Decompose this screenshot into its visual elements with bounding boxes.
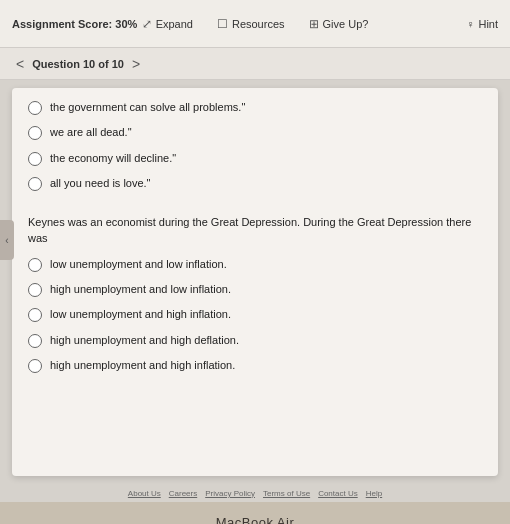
- expand-button[interactable]: ⤢ Expand: [138, 15, 197, 33]
- give-up-label: Give Up?: [323, 18, 369, 30]
- score-label: Assignment Score: 30%: [12, 18, 137, 30]
- option-text: the government can solve all problems.": [50, 100, 245, 115]
- list-item[interactable]: high unemployment and high deflation.: [28, 333, 482, 348]
- list-item[interactable]: all you need is love.": [28, 176, 482, 191]
- hint-button[interactable]: ♀ Hint: [466, 18, 498, 30]
- option-text: low unemployment and high inflation.: [50, 307, 231, 322]
- expand-icon: ⤢: [142, 17, 152, 31]
- main-content: the government can solve all problems." …: [0, 80, 510, 484]
- question-label: Question 10 of 10: [32, 58, 124, 70]
- footer-link[interactable]: Contact Us: [318, 489, 358, 498]
- side-tab-icon: ‹: [5, 235, 8, 246]
- footer-link[interactable]: Help: [366, 489, 382, 498]
- options-part2: low unemployment and low inflation. high…: [28, 257, 482, 374]
- question-text: Keynes was an economist during the Great…: [28, 214, 482, 247]
- radio-button[interactable]: [28, 359, 42, 373]
- footer-link[interactable]: Terms of Use: [263, 489, 310, 498]
- list-item[interactable]: high unemployment and low inflation.: [28, 282, 482, 297]
- top-bar-actions: ⤢ Expand ☐ Resources ⊞ Give Up?: [138, 15, 373, 33]
- hint-label: Hint: [478, 18, 498, 30]
- expand-label: Expand: [156, 18, 193, 30]
- option-text: high unemployment and low inflation.: [50, 282, 231, 297]
- resources-label: Resources: [232, 18, 285, 30]
- radio-button[interactable]: [28, 283, 42, 297]
- option-text: low unemployment and low inflation.: [50, 257, 227, 272]
- radio-button[interactable]: [28, 258, 42, 272]
- next-question-button[interactable]: >: [128, 56, 144, 72]
- list-item[interactable]: low unemployment and high inflation.: [28, 307, 482, 322]
- hint-icon: ♀: [466, 18, 474, 30]
- option-text: all you need is love.": [50, 176, 151, 191]
- list-item[interactable]: we are all dead.": [28, 125, 482, 140]
- macbook-label: MacBook Air: [216, 515, 294, 525]
- option-text: high unemployment and high deflation.: [50, 333, 239, 348]
- radio-button[interactable]: [28, 126, 42, 140]
- radio-button[interactable]: [28, 334, 42, 348]
- list-item[interactable]: high unemployment and high inflation.: [28, 358, 482, 373]
- option-text: the economy will decline.": [50, 151, 176, 166]
- option-text: high unemployment and high inflation.: [50, 358, 235, 373]
- option-text: we are all dead.": [50, 125, 132, 140]
- list-item[interactable]: the government can solve all problems.": [28, 100, 482, 115]
- footer-links: About Us Careers Privacy Policy Terms of Us…: [0, 484, 510, 502]
- footer-link[interactable]: About Us: [128, 489, 161, 498]
- options-part1: the government can solve all problems." …: [28, 100, 482, 192]
- radio-button[interactable]: [28, 308, 42, 322]
- macbook-bar: MacBook Air: [0, 502, 510, 524]
- question-card: the government can solve all problems." …: [12, 88, 498, 476]
- prev-question-button[interactable]: <: [12, 56, 28, 72]
- question-nav: < Question 10 of 10 >: [0, 48, 510, 80]
- list-item[interactable]: the economy will decline.": [28, 151, 482, 166]
- radio-button[interactable]: [28, 177, 42, 191]
- resources-icon: ☐: [217, 17, 228, 31]
- resources-button[interactable]: ☐ Resources: [213, 15, 289, 33]
- footer-link[interactable]: Careers: [169, 489, 197, 498]
- radio-button[interactable]: [28, 152, 42, 166]
- list-item[interactable]: low unemployment and low inflation.: [28, 257, 482, 272]
- side-tab[interactable]: ‹: [0, 220, 14, 260]
- footer-link[interactable]: Privacy Policy: [205, 489, 255, 498]
- give-up-icon: ⊞: [309, 17, 319, 31]
- give-up-button[interactable]: ⊞ Give Up?: [305, 15, 373, 33]
- radio-button[interactable]: [28, 101, 42, 115]
- top-bar: Assignment Score: 30% ⤢ Expand ☐ Resourc…: [0, 0, 510, 48]
